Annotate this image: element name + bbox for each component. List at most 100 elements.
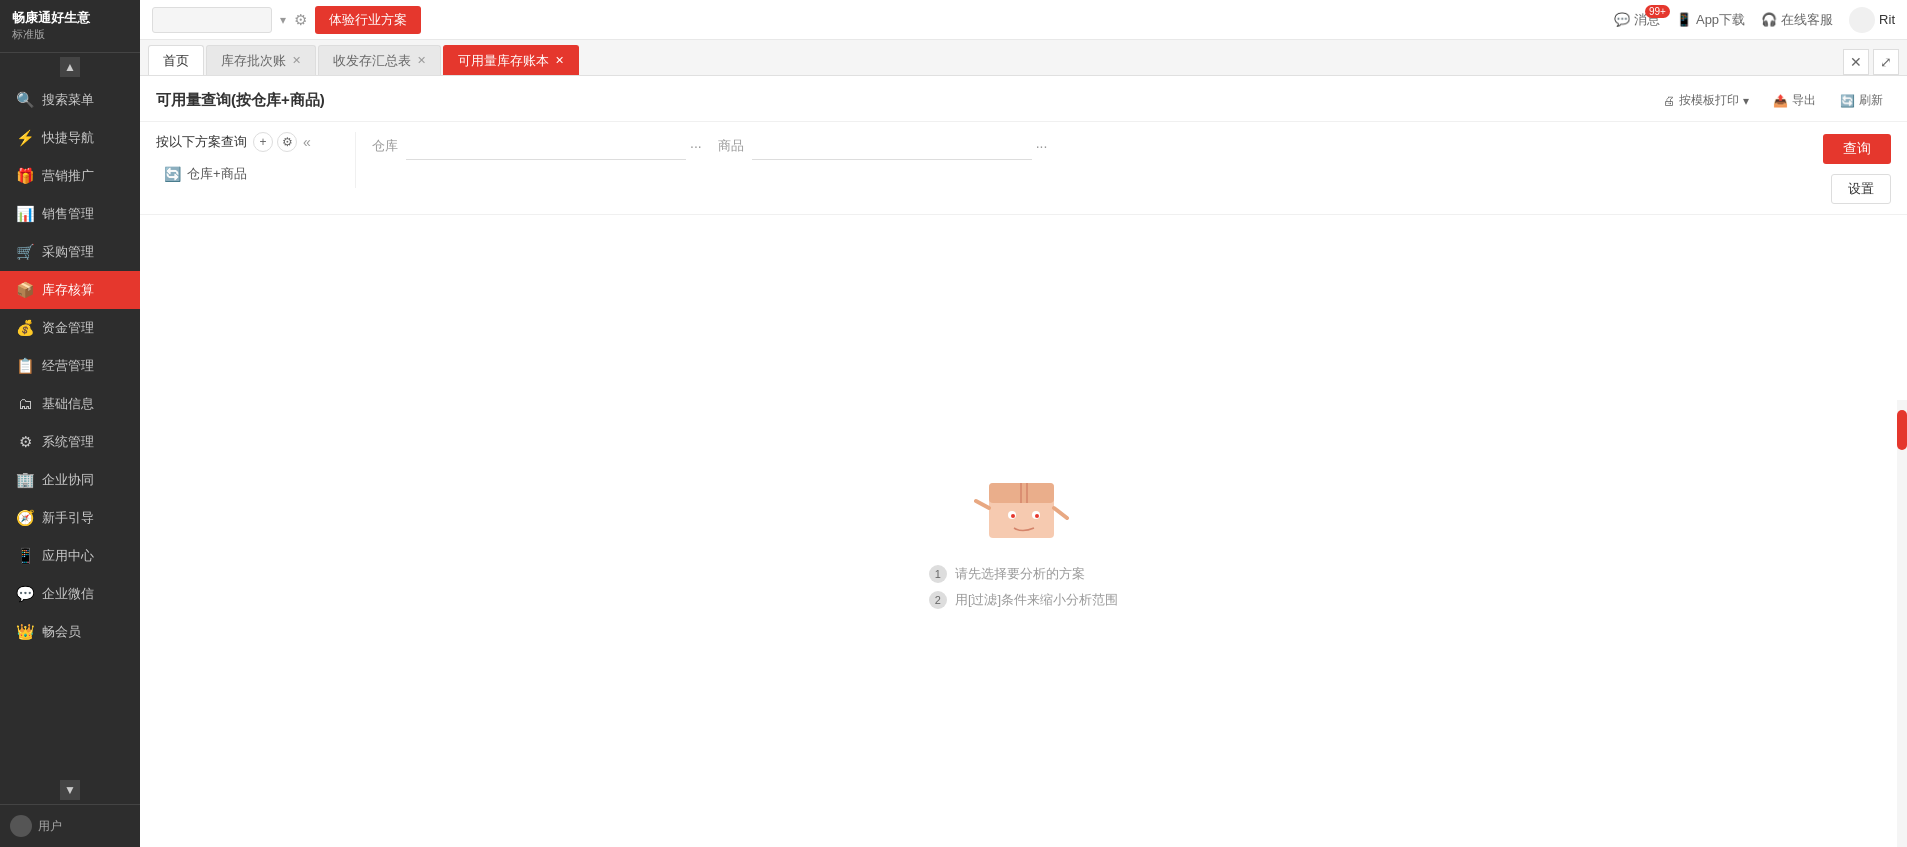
mobile-download-icon: 📱 [1676, 12, 1692, 27]
topbar: ▾ ⚙ 体验行业方案 💬 消息 99+ 📱 App下载 🎧 在线客服 Rit [140, 0, 1907, 40]
sidebar-menu: 🔍 搜索菜单 ⚡ 快捷导航 🎁 营销推广 📊 销售管理 🛒 采购管理 📦 库存核… [0, 81, 140, 776]
scheme-gear-btn[interactable]: ⚙ [277, 132, 297, 152]
settings-icon: ⚙ [16, 433, 34, 451]
user-area[interactable]: Rit [1849, 7, 1895, 33]
empty-hint-2: 2 用[过滤]条件来缩小分析范围 [929, 591, 1118, 609]
tab-available-ledger[interactable]: 可用量库存账本 ✕ [443, 45, 579, 75]
filter-field-goods: 商品 ··· [718, 132, 1048, 160]
sidebar-label-sales: 销售管理 [42, 205, 94, 223]
topbar-gear-icon[interactable]: ⚙ [294, 11, 307, 29]
user-name: 用户 [38, 818, 62, 835]
scheme-item-warehouse-goods[interactable]: 🔄 仓库+商品 [156, 160, 343, 188]
set-btn[interactable]: 设置 [1831, 174, 1891, 204]
tab-home-label: 首页 [163, 52, 189, 70]
avatar [1849, 7, 1875, 33]
export-icon: 📤 [1773, 94, 1788, 108]
sidebar-item-purchase[interactable]: 🛒 采购管理 [0, 233, 140, 271]
right-scrollbar[interactable] [1897, 400, 1907, 847]
tabs-right-actions: ✕ ⤢ [1843, 49, 1907, 75]
empty-illustration [974, 453, 1074, 553]
page-header: 可用量查询(按仓库+商品) 🖨 按模板打印 ▾ 📤 导出 🔄 刷新 [140, 76, 1907, 122]
compass-icon: 🧭 [16, 509, 34, 527]
sidebar-scroll-up[interactable]: ▲ [60, 57, 80, 77]
warehouse-input-row: 仓库 ··· [372, 132, 702, 160]
filter-fields: 仓库 ··· 商品 ··· [356, 132, 1823, 160]
empty-hints: 1 请先选择要分析的方案 2 用[过滤]条件来缩小分析范围 [929, 565, 1118, 609]
filter-area: 按以下方案查询 + ⚙ « 🔄 仓库+商品 仓库 [140, 122, 1907, 215]
online-service-btn[interactable]: 🎧 在线客服 [1761, 11, 1833, 29]
refresh-label: 刷新 [1859, 92, 1883, 109]
scheme-add-btn[interactable]: + [253, 132, 273, 152]
tab-stock-summary[interactable]: 收发存汇总表 ✕ [318, 45, 441, 75]
sidebar-item-basic-info[interactable]: 🗂 基础信息 [0, 385, 140, 423]
sidebar-item-sales[interactable]: 📊 销售管理 [0, 195, 140, 233]
folder-icon: 🗂 [16, 395, 34, 412]
scheme-item-label: 仓库+商品 [187, 165, 247, 183]
tab-stock-summary-label: 收发存汇总表 [333, 52, 411, 70]
topbar-chevron-icon[interactable]: ▾ [280, 13, 286, 27]
user-avatar-small [10, 815, 32, 837]
filter-buttons: 查询 设置 [1823, 132, 1891, 204]
industry-btn[interactable]: 体验行业方案 [315, 6, 421, 34]
print-btn[interactable]: 🖨 按模板打印 ▾ [1655, 88, 1757, 113]
tab-batch-account-close[interactable]: ✕ [292, 54, 301, 67]
refresh-btn[interactable]: 🔄 刷新 [1832, 88, 1891, 113]
scheme-collapse-btn[interactable]: « [303, 134, 311, 150]
sidebar-label-guide: 新手引导 [42, 509, 94, 527]
sidebar-item-wechat[interactable]: 💬 企业微信 [0, 575, 140, 613]
tab-stock-summary-close[interactable]: ✕ [417, 54, 426, 67]
warehouse-label: 仓库 [372, 137, 398, 155]
sidebar-item-member[interactable]: 👑 畅会员 [0, 613, 140, 651]
scheme-header: 按以下方案查询 + ⚙ « [156, 132, 343, 152]
warehouse-input[interactable] [406, 132, 686, 160]
sidebar-item-quick-nav[interactable]: ⚡ 快捷导航 [0, 119, 140, 157]
sidebar-item-marketing[interactable]: 🎁 营销推广 [0, 157, 140, 195]
goods-input-row: 商品 ··· [718, 132, 1048, 160]
filter-field-warehouse: 仓库 ··· [372, 132, 702, 160]
message-btn[interactable]: 💬 消息 99+ [1614, 11, 1660, 29]
sidebar-item-search[interactable]: 🔍 搜索菜单 [0, 81, 140, 119]
warehouse-more-btn[interactable]: ··· [690, 138, 702, 154]
sidebar-item-enterprise[interactable]: 🏢 企业协同 [0, 461, 140, 499]
sidebar-header: 畅康通好生意 标准版 [0, 0, 140, 53]
sidebar-footer[interactable]: 用户 [0, 804, 140, 847]
scrollbar-thumb [1897, 410, 1907, 450]
print-icon: 🖨 [1663, 94, 1675, 108]
sidebar-item-system[interactable]: ⚙ 系统管理 [0, 423, 140, 461]
sidebar-label-system: 系统管理 [42, 433, 94, 451]
hint-num-2: 2 [929, 591, 947, 609]
tab-expand-btn[interactable]: ⤢ [1873, 49, 1899, 75]
query-btn[interactable]: 查询 [1823, 134, 1891, 164]
sidebar-item-app-center[interactable]: 📱 应用中心 [0, 537, 140, 575]
tab-home[interactable]: 首页 [148, 45, 204, 75]
goods-more-btn[interactable]: ··· [1036, 138, 1048, 154]
topbar-search-input[interactable] [152, 7, 272, 33]
sidebar: 畅康通好生意 标准版 ▲ 🔍 搜索菜单 ⚡ 快捷导航 🎁 营销推广 📊 销售管理… [0, 0, 140, 847]
svg-point-6 [1011, 514, 1015, 518]
headset-icon: 🎧 [1761, 12, 1777, 27]
sidebar-item-operation[interactable]: 📋 经营管理 [0, 347, 140, 385]
sidebar-label-inventory: 库存核算 [42, 281, 94, 299]
money-icon: 💰 [16, 319, 34, 337]
sidebar-item-guide[interactable]: 🧭 新手引导 [0, 499, 140, 537]
tabs-bar: 首页 库存批次账 ✕ 收发存汇总表 ✕ 可用量库存账本 ✕ ✕ ⤢ [140, 40, 1907, 76]
lightning-icon: ⚡ [16, 129, 34, 147]
tab-available-ledger-label: 可用量库存账本 [458, 52, 549, 70]
export-btn[interactable]: 📤 导出 [1765, 88, 1824, 113]
app-download-label: App下载 [1696, 11, 1745, 29]
sidebar-label-search: 搜索菜单 [42, 91, 94, 109]
building-icon: 🏢 [16, 471, 34, 489]
app-download-btn[interactable]: 📱 App下载 [1676, 11, 1745, 29]
sidebar-item-inventory[interactable]: 📦 库存核算 [0, 271, 140, 309]
print-label: 按模板打印 [1679, 92, 1739, 109]
sidebar-item-finance[interactable]: 💰 资金管理 [0, 309, 140, 347]
tab-batch-account[interactable]: 库存批次账 ✕ [206, 45, 316, 75]
empty-hint-1: 1 请先选择要分析的方案 [929, 565, 1118, 583]
tab-close-btn[interactable]: ✕ [1843, 49, 1869, 75]
tab-available-ledger-close[interactable]: ✕ [555, 54, 564, 67]
sidebar-label-member: 畅会员 [42, 623, 81, 641]
goods-label: 商品 [718, 137, 744, 155]
scheme-actions: + ⚙ [253, 132, 297, 152]
goods-input[interactable] [752, 132, 1032, 160]
sidebar-scroll-down[interactable]: ▼ [60, 780, 80, 800]
